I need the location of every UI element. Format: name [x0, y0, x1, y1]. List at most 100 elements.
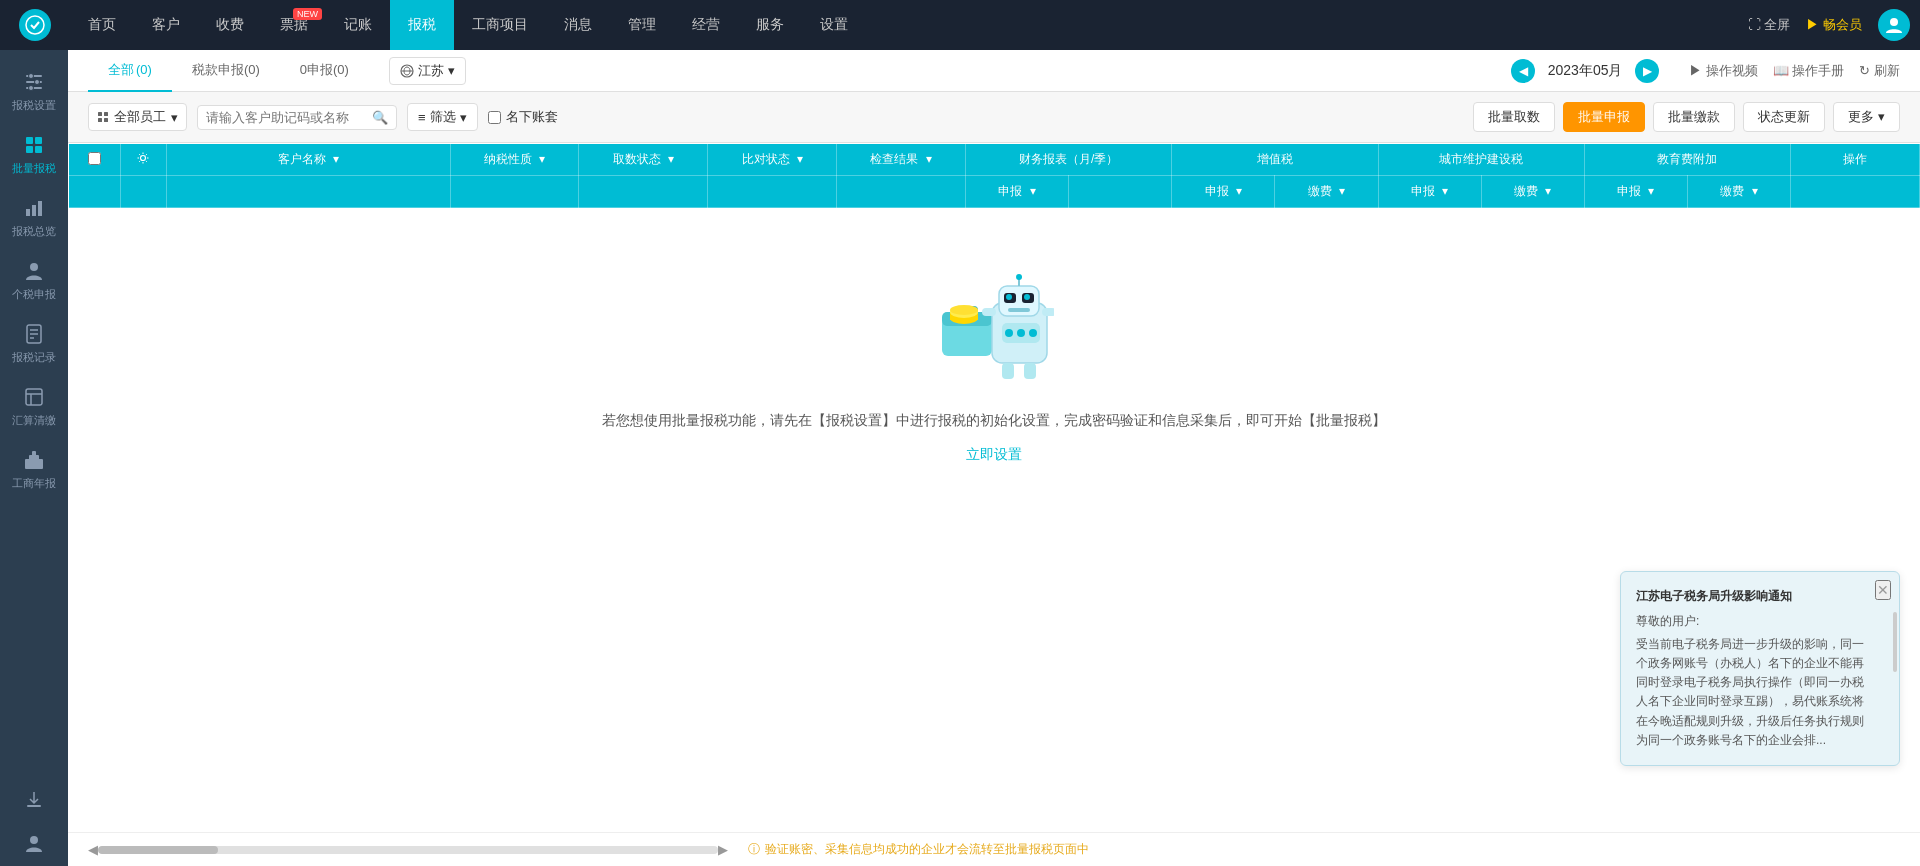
search-input[interactable]	[206, 110, 372, 125]
employee-select[interactable]: 全部员工 ▾	[88, 103, 187, 131]
select-all-checkbox[interactable]	[88, 152, 101, 165]
th2-check	[69, 176, 121, 208]
tab-zero-declaration[interactable]: 0申报(0)	[280, 50, 369, 92]
region-select[interactable]: 江苏 ▾	[389, 57, 466, 85]
account-checkbox-label[interactable]: 名下账套	[488, 108, 558, 126]
sidebar-item-download[interactable]	[0, 778, 68, 822]
batch-declare-btn[interactable]: 批量申报	[1563, 102, 1645, 132]
th2-vat-pay: 缴费 ▾	[1275, 176, 1378, 208]
th-check-result: 检查结果 ▾	[837, 144, 966, 176]
logo[interactable]	[10, 0, 60, 50]
filter-button[interactable]: ≡ 筛选 ▾	[407, 103, 478, 131]
batch-tax-icon	[22, 133, 46, 157]
th-action: 操作	[1790, 144, 1919, 176]
batch-fetch-btn[interactable]: 批量取数	[1473, 102, 1555, 132]
next-month-btn[interactable]: ▶	[1635, 59, 1659, 83]
nav-tax[interactable]: 报税	[390, 0, 454, 50]
sidebar-item-annual-report[interactable]: 工商年报	[0, 438, 68, 501]
sidebar-item-tax-records[interactable]: 报税记录	[0, 312, 68, 375]
tax-nature-filter-icon[interactable]: ▾	[539, 152, 545, 166]
th2-action	[1790, 176, 1919, 208]
th2-setting	[120, 176, 166, 208]
nav-accounting[interactable]: 记账	[326, 0, 390, 50]
svg-rect-30	[104, 112, 108, 116]
fetch-status-filter-icon[interactable]: ▾	[668, 152, 674, 166]
more-btn[interactable]: 更多 ▾	[1833, 102, 1900, 132]
notification-popup: ✕ 江苏电子税务局升级影响通知 尊敬的用户: 受当前电子税务局进一步升级的影响，…	[1620, 571, 1900, 767]
nav-customer[interactable]: 客户	[134, 0, 198, 50]
edu-pay-filter-icon[interactable]: ▾	[1752, 184, 1758, 198]
svg-point-6	[29, 86, 34, 91]
tab-all[interactable]: 全部(0)	[88, 50, 172, 92]
horizontal-scrollbar[interactable]	[98, 846, 718, 854]
th-settings[interactable]	[120, 144, 166, 176]
th2-fetch	[579, 176, 708, 208]
vat-declare-filter-icon[interactable]: ▾	[1236, 184, 1242, 198]
nav-billing[interactable]: 收费	[198, 0, 262, 50]
sidebar-item-batch-tax[interactable]: 批量报税	[0, 123, 68, 186]
nav-services[interactable]: 服务	[738, 0, 802, 50]
notification-content: 受当前电子税务局进一步升级的影响，同一个政务网账号（办税人）名下的企业不能再同时…	[1636, 635, 1884, 750]
batch-pay-btn[interactable]: 批量缴款	[1653, 102, 1735, 132]
status-update-btn[interactable]: 状态更新	[1743, 102, 1825, 132]
empty-state: 若您想使用批量报税功能，请先在【报税设置】中进行报税的初始化设置，完成密码验证和…	[68, 208, 1920, 524]
vat-pay-filter-icon[interactable]: ▾	[1339, 184, 1345, 198]
svg-rect-10	[35, 146, 42, 153]
region-label: 江苏	[418, 62, 444, 80]
sidebar-item-settlement[interactable]: 汇算清缴	[0, 375, 68, 438]
nav-operations[interactable]: 经营	[674, 0, 738, 50]
check-result-filter-icon[interactable]: ▾	[926, 152, 932, 166]
fullscreen-btn[interactable]: ⛶ 全屏	[1748, 16, 1791, 34]
nav-invoice[interactable]: 票据 NEW	[262, 0, 326, 50]
svg-rect-25	[27, 805, 41, 807]
nav-manage[interactable]: 管理	[610, 0, 674, 50]
tax-settings-icon	[22, 70, 46, 94]
member-btn[interactable]: ▶ 畅会员	[1806, 16, 1862, 34]
svg-rect-12	[32, 205, 36, 216]
nav-home[interactable]: 首页	[70, 0, 134, 50]
sidebar-item-tax-overview[interactable]: 报税总览	[0, 186, 68, 249]
svg-rect-8	[35, 137, 42, 144]
operation-video-btn[interactable]: ▶ 操作视频	[1689, 62, 1758, 80]
svg-rect-55	[1042, 308, 1054, 316]
sidebar-item-user[interactable]	[0, 822, 68, 866]
logo-icon	[19, 9, 51, 41]
th2-edu-declare: 申报 ▾	[1584, 176, 1687, 208]
sidebar-item-personal-tax[interactable]: 个税申报	[0, 249, 68, 312]
nav-messages[interactable]: 消息	[546, 0, 610, 50]
tab-declaration[interactable]: 税款申报(0)	[172, 50, 280, 92]
scroll-right-btn[interactable]: ▶	[718, 842, 728, 857]
svg-point-53	[1029, 329, 1037, 337]
notification-close-btn[interactable]: ✕	[1875, 580, 1891, 600]
th2-vat-declare: 申报 ▾	[1172, 176, 1275, 208]
th2-city-pay: 缴费 ▾	[1481, 176, 1584, 208]
svg-point-40	[950, 305, 978, 315]
setup-link[interactable]: 立即设置	[966, 446, 1022, 464]
refresh-btn[interactable]: ↻ 刷新	[1859, 62, 1900, 80]
th-checkbox[interactable]	[69, 144, 121, 176]
avatar[interactable]	[1878, 9, 1910, 41]
city-pay-filter-icon[interactable]: ▾	[1545, 184, 1551, 198]
scroll-thumb	[98, 846, 218, 854]
svg-point-51	[1005, 329, 1013, 337]
sidebar-item-tax-settings[interactable]: 报税设置	[0, 60, 68, 123]
account-checkbox[interactable]	[488, 111, 501, 124]
scroll-left-btn[interactable]: ◀	[88, 842, 98, 857]
nav-business[interactable]: 工商项目	[454, 0, 546, 50]
filter-bar: 全部员工 ▾ 🔍 ≡ 筛选 ▾ 名下账套 批量取数 批量申报 批量缴款 状态更新	[68, 92, 1920, 143]
svg-rect-24	[32, 451, 36, 456]
svg-rect-19	[26, 389, 42, 405]
notification-scrollbar[interactable]	[1893, 612, 1897, 672]
edu-declare-filter-icon[interactable]: ▾	[1648, 184, 1654, 198]
user-icon	[22, 832, 46, 856]
operation-manual-btn[interactable]: 📖 操作手册	[1773, 62, 1845, 80]
city-declare-filter-icon[interactable]: ▾	[1442, 184, 1448, 198]
finance-declare-filter-icon[interactable]: ▾	[1030, 184, 1036, 198]
data-table: 客户名称 ▾ 纳税性质 ▾ 取数状态 ▾ 比对状态	[68, 143, 1920, 208]
prev-month-btn[interactable]: ◀	[1511, 59, 1535, 83]
nav-settings[interactable]: 设置	[802, 0, 866, 50]
svg-point-0	[1890, 18, 1898, 26]
customer-name-filter-icon[interactable]: ▾	[333, 152, 339, 166]
compare-status-filter-icon[interactable]: ▾	[797, 152, 803, 166]
th2-finance-empty	[1069, 176, 1172, 208]
